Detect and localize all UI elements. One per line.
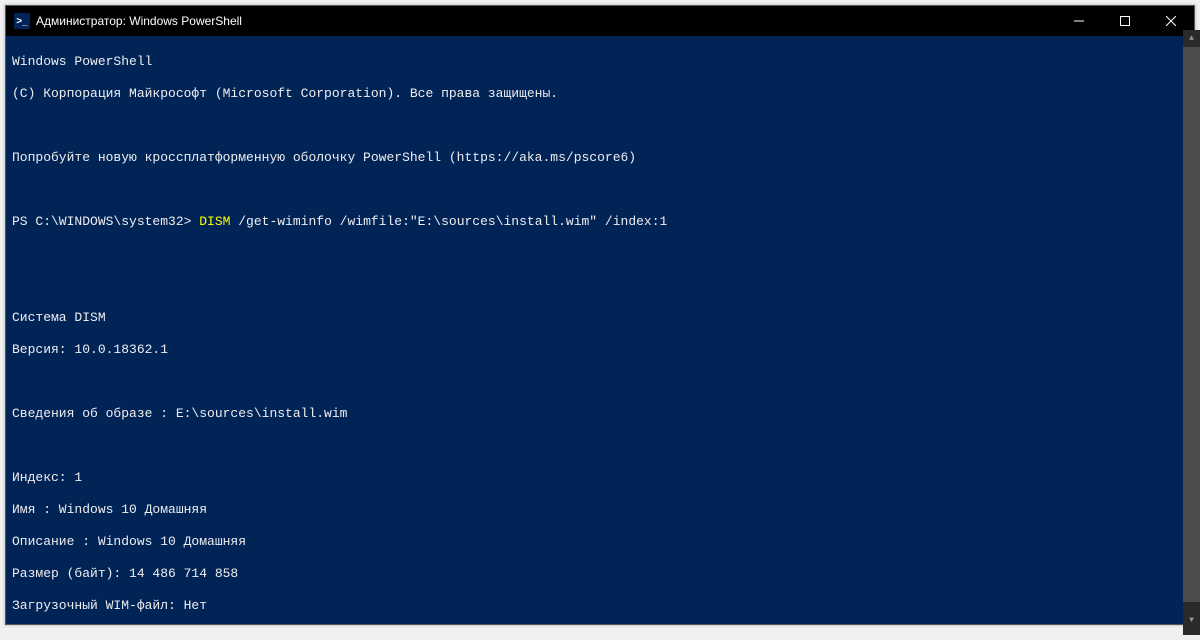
output-line: Размер (байт): 14 486 714 858 — [12, 566, 1188, 582]
output-line — [12, 374, 1188, 390]
powershell-icon: >_ — [14, 13, 30, 29]
output-line — [12, 438, 1188, 454]
command-name: DISM — [199, 214, 230, 229]
scrollbar-thumb[interactable] — [1183, 47, 1200, 602]
terminal-body[interactable]: Windows PowerShell (C) Корпорация Майкро… — [6, 36, 1194, 624]
scroll-down-arrow[interactable]: ▼ — [1183, 612, 1200, 629]
output-line: Индекс: 1 — [12, 470, 1188, 486]
output-line — [12, 246, 1188, 262]
output-line: Windows PowerShell — [12, 54, 1188, 70]
output-line — [12, 118, 1188, 134]
output-line: Описание : Windows 10 Домашняя — [12, 534, 1188, 550]
output-line: Загрузочный WIM-файл: Нет — [12, 598, 1188, 614]
maximize-button[interactable] — [1102, 6, 1148, 36]
output-line: Попробуйте новую кроссплатформенную обол… — [12, 150, 1188, 166]
scroll-up-arrow[interactable]: ▲ — [1183, 30, 1200, 47]
powershell-window: >_ Администратор: Windows PowerShell Win… — [5, 5, 1195, 625]
window-controls — [1056, 6, 1194, 36]
output-line: Сведения об образе : E:\sources\install.… — [12, 406, 1188, 422]
minimize-button[interactable] — [1056, 6, 1102, 36]
terminal-content: Windows PowerShell (C) Корпорация Майкро… — [12, 38, 1188, 624]
prompt: PS C:\WINDOWS\system32> — [12, 214, 199, 229]
titlebar[interactable]: >_ Администратор: Windows PowerShell — [6, 6, 1194, 36]
output-line: Имя : Windows 10 Домашняя — [12, 502, 1188, 518]
output-line — [12, 278, 1188, 294]
output-line: Версия: 10.0.18362.1 — [12, 342, 1188, 358]
output-line: Cистема DISM — [12, 310, 1188, 326]
window-title: Администратор: Windows PowerShell — [36, 14, 1056, 28]
output-line: (C) Корпорация Майкрософт (Microsoft Cor… — [12, 86, 1188, 102]
output-line — [12, 182, 1188, 198]
command-line: PS C:\WINDOWS\system32> DISM /get-wiminf… — [12, 214, 1188, 230]
command-args: /get-wiminfo /wimfile:"E:\sources\instal… — [230, 214, 667, 229]
